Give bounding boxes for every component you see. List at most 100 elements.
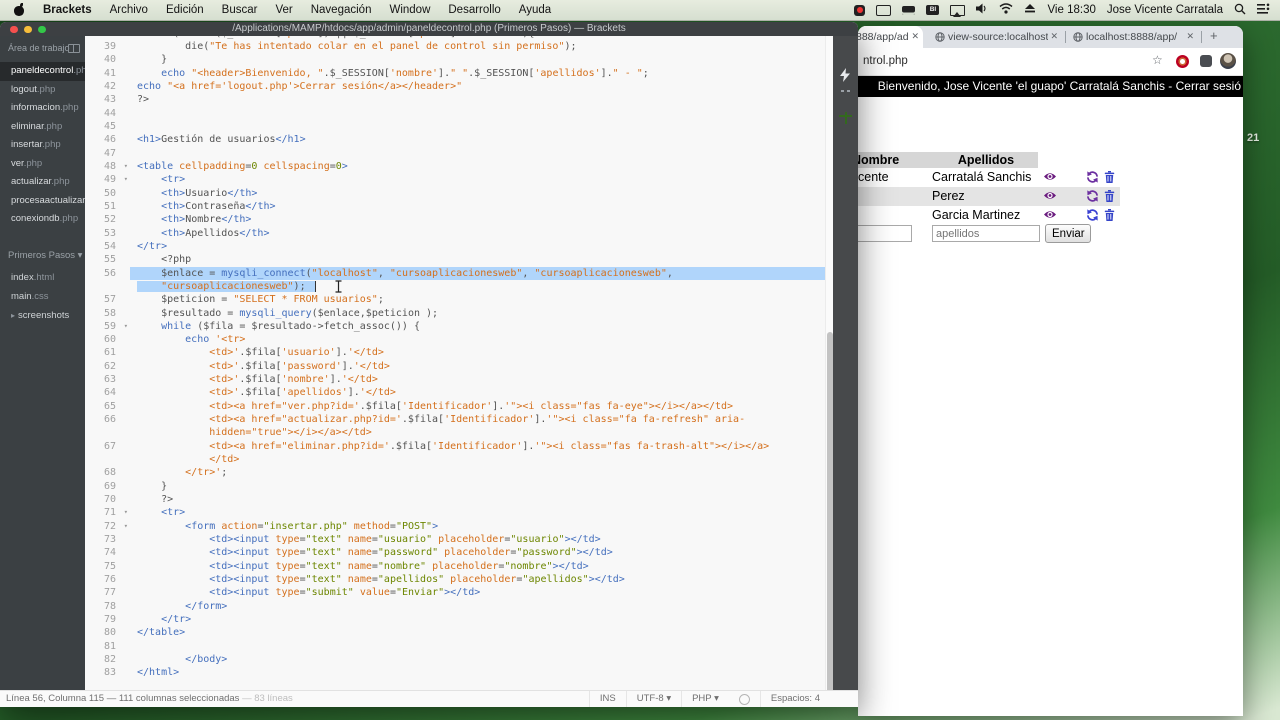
menubar-item-navegación[interactable]: Navegación [311,4,372,16]
code-row-39[interactable]: die("Te has intentado colar en el panel … [130,40,825,53]
code-row-55[interactable]: <?php [130,253,825,266]
menubar-item-ayuda[interactable]: Ayuda [519,4,551,16]
code-row-79[interactable]: </tr> [130,613,825,626]
code-row-54[interactable]: </tr> [130,240,825,253]
workspace-file-conexiondb[interactable]: conexiondb.php [0,210,85,229]
code-row-66-0[interactable]: <td><a href="actualizar.php?id='.$fila['… [130,413,825,426]
code-row-50[interactable]: <th>Usuario</th> [130,187,825,200]
workspace-file-informacion[interactable]: informacion.php [0,99,85,118]
fold-arrow-icon[interactable]: ▾ [124,160,128,173]
tab-close-icon[interactable]: ✕ [911,31,919,42]
code-row-69[interactable]: } [130,480,825,493]
menubar-item-desarrollo[interactable]: Desarrollo [448,4,500,16]
workspace-file-paneldecontrol[interactable]: paneldecontrol.php [0,62,85,81]
view-eye-icon[interactable] [1043,190,1057,203]
menubar-item-buscar[interactable]: Buscar [222,4,258,16]
address-bar[interactable]: ntrol.php [863,55,908,67]
bi-app-icon[interactable]: BI [926,5,940,15]
code-row-71[interactable]: <tr> [130,506,825,519]
code-row-41[interactable]: echo "<header>Bienvenido, ".$_SESSION['n… [130,67,825,80]
split-view-icon[interactable] [68,44,80,53]
tab-close-icon[interactable]: ✕ [1186,31,1194,42]
browser-tab-0[interactable]: 888/app/admi✕ [858,26,923,48]
code-row-77[interactable]: <td><input type="submit" value="Enviar">… [130,586,825,599]
code-row-40[interactable]: } [130,53,825,66]
chrome-menu-icon[interactable]: ⋮ [1240,53,1243,66]
code-row-56-0[interactable]: $enlace = mysqli_connect("localhost", "c… [130,266,825,280]
menubar-item-window[interactable]: Window [389,4,430,16]
code-row-70[interactable]: ?> [130,493,825,506]
workspace-file-insertar[interactable]: insertar.php [0,136,85,155]
fold-arrow-icon[interactable]: ▾ [124,506,128,519]
eject-icon[interactable] [1024,3,1036,17]
indent-setting[interactable]: Espacios: 4 [759,691,830,707]
extension-icon-red[interactable] [1176,55,1189,68]
code-row-59[interactable]: while ($fila = $resultado->fetch_assoc()… [130,320,825,333]
code-row-53[interactable]: <th>Apellidos</th> [130,227,825,240]
volume-icon[interactable] [976,3,988,17]
code-row-56-1[interactable]: "cursoaplicacionesweb"); [130,280,825,293]
fold-arrow-icon[interactable]: ▾ [124,320,128,333]
code-row-51[interactable]: <th>Contraseña</th> [130,200,825,213]
workspace-file-ver[interactable]: ver.php [0,155,85,174]
screen-record-icon[interactable] [854,4,866,16]
workspace-file-logout[interactable]: logout.php [0,81,85,100]
code-row-48[interactable]: <table cellpadding=0 cellspacing=0> [130,160,825,173]
delete-trash-icon[interactable] [1104,190,1118,203]
apellidos-input[interactable] [932,225,1040,242]
code-row-65[interactable]: <td><a href="ver.php?id='.$fila['Identif… [130,400,825,413]
code-row-42[interactable]: echo "<a href='logout.php'>Cerrar sesión… [130,80,825,93]
close-window-button[interactable] [10,25,18,33]
workspace-file-eliminar[interactable]: eliminar.php [0,118,85,137]
code-row-76[interactable]: <td><input type="text" name="apellidos" … [130,573,825,586]
code-row-45[interactable] [130,120,825,133]
code-row-80[interactable]: </table> [130,626,825,639]
code-row-46[interactable]: <h1>Gestión de usuarios</h1> [130,133,825,146]
menubar-item-ver[interactable]: Ver [275,4,292,16]
code-row-83[interactable]: </html> [130,666,825,679]
menubar-item-edición[interactable]: Edición [166,4,204,16]
code-row-67-1[interactable]: </td> [130,453,825,466]
airplay-icon[interactable] [950,4,966,17]
workspace-file-actualizar[interactable]: actualizar.php [0,173,85,192]
bookmark-star-icon[interactable]: ☆ [1152,53,1163,67]
insert-mode-toggle[interactable]: INS [588,691,626,707]
code-editor[interactable]: 3839404142434445464748▾49▾50515253545556… [85,36,825,690]
notification-center-icon[interactable] [1257,3,1270,17]
project-file-screenshots[interactable]: ▸ screenshots [0,306,85,325]
code-row-81[interactable] [130,640,825,653]
view-eye-icon[interactable] [1043,209,1057,222]
menubar-clock[interactable]: Vie 18:30 [1047,4,1095,16]
keyboard-icon[interactable] [902,5,916,15]
menubar-item-brackets[interactable]: Brackets [43,4,92,16]
code-row-52[interactable]: <th>Nombre</th> [130,213,825,226]
code-row-64[interactable]: <td>'.$fila['apellidos'].'</td> [130,386,825,399]
workspace-file-procesaactualizar[interactable]: procesaactualizar.php [0,192,85,211]
code-row-68[interactable]: </tr>'; [130,466,825,479]
menubar-item-archivo[interactable]: Archivo [110,4,148,16]
update-refresh-icon[interactable] [1086,209,1100,222]
fold-arrow-icon[interactable]: ▾ [124,173,128,186]
code-row-72[interactable]: <form action="insertar.php" method="POST… [130,520,825,533]
code-row-63[interactable]: <td>'.$fila['nombre'].'</td> [130,373,825,386]
project-file-index.html[interactable]: index.html [0,268,85,287]
code-row-49[interactable]: <tr> [130,173,825,186]
update-refresh-icon[interactable] [1086,190,1100,203]
enviar-button[interactable]: Enviar [1045,224,1091,243]
lint-status-icon[interactable] [738,694,750,705]
project-label[interactable]: Primeros Pasos ▾ [8,250,82,261]
minimize-window-button[interactable] [24,25,32,33]
code-row-67-0[interactable]: <td><a href="eliminar.php?id='.$fila['Id… [130,440,825,453]
code-row-73[interactable]: <td><input type="text" name="usuario" pl… [130,533,825,546]
code-row-58[interactable]: $resultado = mysqli_query($enlace,$petic… [130,307,825,320]
display-icon[interactable] [876,5,892,16]
code-row-62[interactable]: <td>'.$fila['password'].'</td> [130,360,825,373]
code-row-61[interactable]: <td>'.$fila['usuario'].'</td> [130,346,825,359]
code-row-66-1[interactable]: hidden="true"></i></a></td> [130,426,825,439]
code-row-75[interactable]: <td><input type="text" name="nombre" pla… [130,560,825,573]
code-row-44[interactable] [130,107,825,120]
menubar-user[interactable]: Jose Vicente Carratala [1107,4,1223,16]
delete-trash-icon[interactable] [1104,171,1118,184]
spotlight-icon[interactable] [1234,3,1246,18]
zoom-window-button[interactable] [38,25,46,33]
